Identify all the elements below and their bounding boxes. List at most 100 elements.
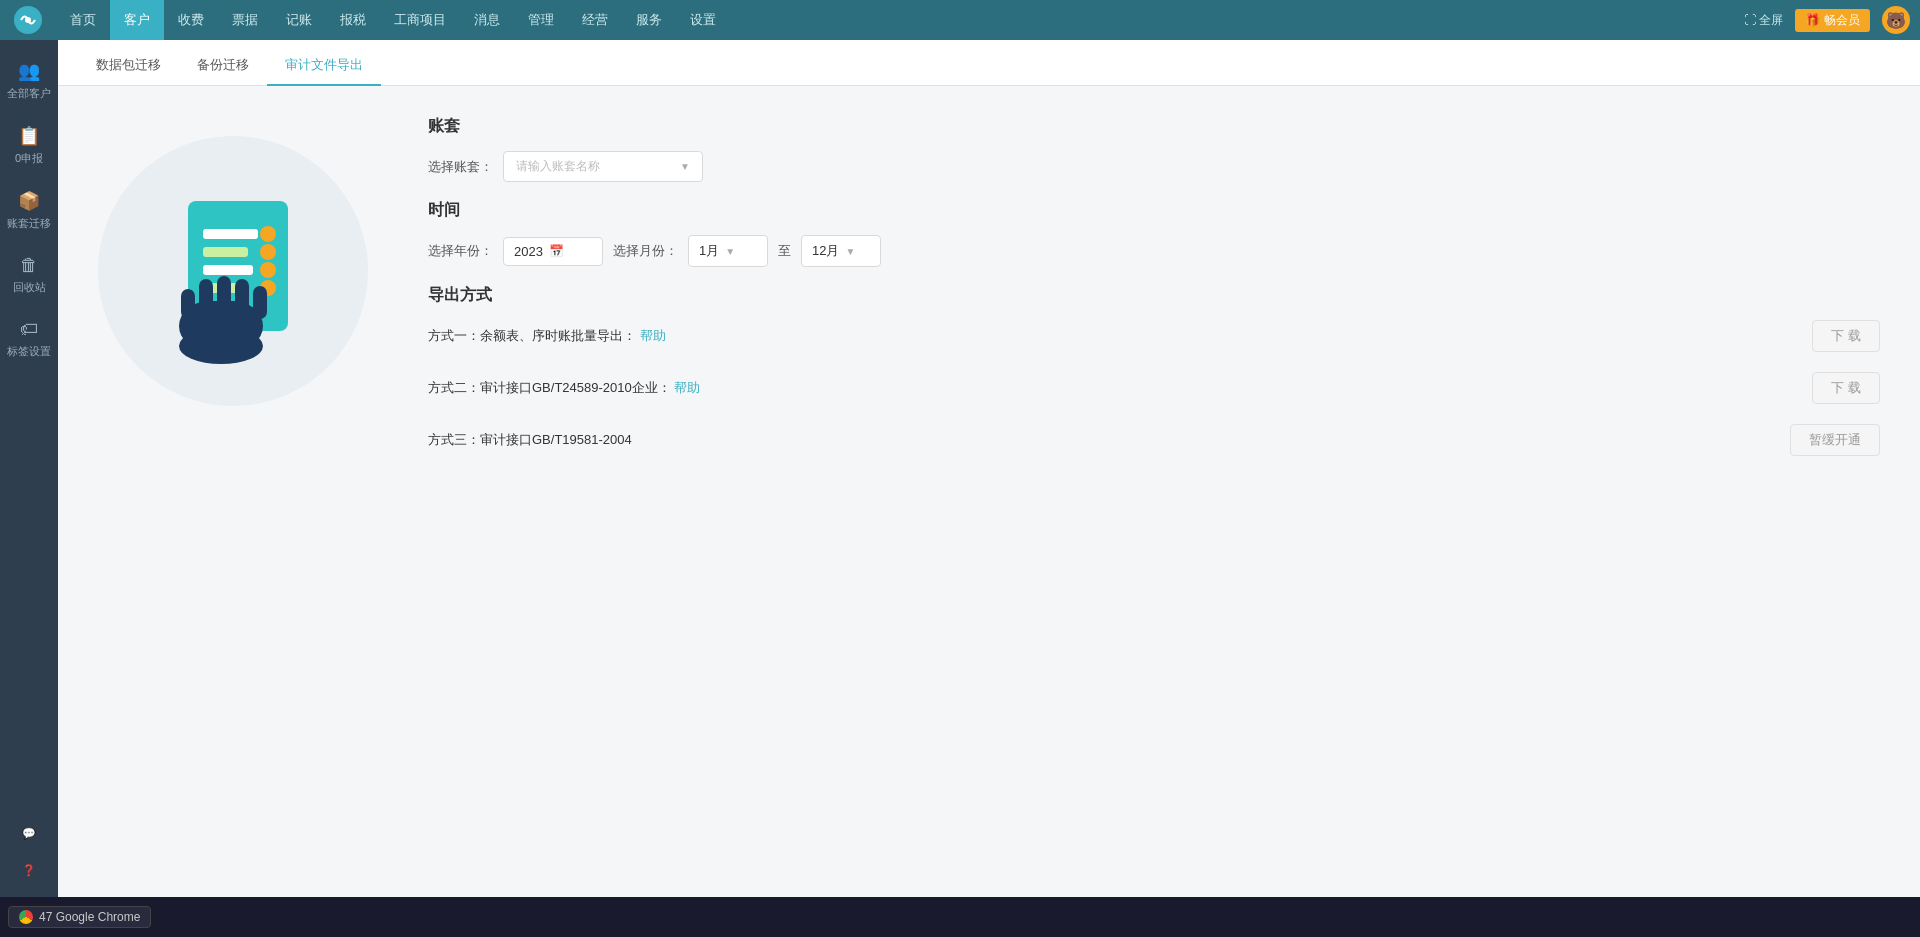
method-3-open-btn[interactable]: 暂缓开通 <box>1790 424 1880 456</box>
sidebar-label-recycle: 回收站 <box>13 280 46 295</box>
svg-point-1 <box>25 17 31 23</box>
vip-label: 畅会员 <box>1824 12 1860 29</box>
nav-operation[interactable]: 经营 <box>568 0 622 40</box>
nav-accounting[interactable]: 记账 <box>272 0 326 40</box>
svg-rect-3 <box>203 229 258 239</box>
account-select-placeholder: 请输入账套名称 <box>516 158 600 175</box>
method-1-help-link[interactable]: 帮助 <box>640 328 666 343</box>
svg-rect-15 <box>217 276 231 319</box>
fullscreen-icon: ⛶ <box>1744 13 1756 27</box>
account-form-row: 选择账套： 请输入账套名称 ▼ <box>428 151 1880 182</box>
tab-data-migrate[interactable]: 数据包迁移 <box>78 46 179 86</box>
taskbar: 47 Google Chrome <box>0 897 1920 937</box>
recycle-icon: 🗑 <box>20 255 38 276</box>
nav-service[interactable]: 服务 <box>622 0 676 40</box>
logo <box>10 2 46 38</box>
sidebar-label-settings: 标签设置 <box>7 344 51 359</box>
month-start-chevron-icon: ▼ <box>725 246 735 257</box>
nav-manage[interactable]: 管理 <box>514 0 568 40</box>
year-label: 选择年份： <box>428 242 493 260</box>
month-start-value: 1月 <box>699 242 719 260</box>
svg-rect-13 <box>181 289 195 319</box>
nav-home[interactable]: 首页 <box>56 0 110 40</box>
method-1-download-btn[interactable]: 下 载 <box>1812 320 1880 352</box>
export-section-title: 导出方式 <box>428 285 1880 306</box>
tab-backup-migrate[interactable]: 备份迁移 <box>179 46 267 86</box>
method-1-label: 方式一：余额表、序时账批量导出： 帮助 <box>428 327 666 345</box>
taskbar-chrome-label: 47 Google Chrome <box>39 910 140 924</box>
migrate-icon: 📦 <box>18 190 40 212</box>
page-content: 账套 选择账套： 请输入账套名称 ▼ 时间 选择年份： 2023 📅 <box>58 86 1920 897</box>
customers-icon: 👥 <box>18 60 40 82</box>
tab-audit-export[interactable]: 审计文件导出 <box>267 46 381 86</box>
svg-point-8 <box>260 244 276 260</box>
sidebar-item-recycle[interactable]: 🗑 回收站 <box>0 245 58 305</box>
svg-rect-4 <box>203 247 248 257</box>
fullscreen-label: 全屏 <box>1759 12 1783 29</box>
sidebar-item-account-migrate[interactable]: 📦 账套迁移 <box>0 180 58 241</box>
left-sidebar: 👥 全部客户 📋 0申报 📦 账套迁移 🗑 回收站 🏷 标签设置 💬 ❓ <box>0 40 58 897</box>
nav-message[interactable]: 消息 <box>460 0 514 40</box>
month-end-chevron-icon: ▼ <box>845 246 855 257</box>
time-form-row: 选择年份： 2023 📅 选择月份： 1月 ▼ 至 12月 ▼ <box>428 235 1880 267</box>
sidebar-item-all-customers[interactable]: 👥 全部客户 <box>0 50 58 111</box>
taskbar-chrome[interactable]: 47 Google Chrome <box>8 906 151 928</box>
sidebar-help[interactable]: ❓ <box>0 854 58 887</box>
account-select[interactable]: 请输入账套名称 ▼ <box>503 151 703 182</box>
nav-business[interactable]: 工商项目 <box>380 0 460 40</box>
avatar[interactable]: 🐻 <box>1882 6 1910 34</box>
svg-point-9 <box>260 262 276 278</box>
month-end-value: 12月 <box>812 242 839 260</box>
svg-point-7 <box>260 226 276 242</box>
top-nav: 首页 客户 收费 票据 记账 报税 工商项目 消息 管理 经营 服务 设置 ⛶ … <box>0 0 1920 40</box>
help-icon: ❓ <box>22 864 36 877</box>
nav-invoice[interactable]: 票据 <box>218 0 272 40</box>
time-section-title: 时间 <box>428 200 1880 221</box>
sidebar-label-all-customers: 全部客户 <box>7 86 51 101</box>
year-value: 2023 <box>514 244 543 259</box>
calendar-icon: 📅 <box>549 244 564 258</box>
month-end-select[interactable]: 12月 ▼ <box>801 235 881 267</box>
export-method-3: 方式三：审计接口GB/T19581-2004 暂缓开通 <box>428 424 1880 456</box>
year-input[interactable]: 2023 📅 <box>503 237 603 266</box>
nav-items: 首页 客户 收费 票据 记账 报税 工商项目 消息 管理 经营 服务 设置 <box>56 0 1744 40</box>
method-2-help-link[interactable]: 帮助 <box>674 380 700 395</box>
export-method-2: 方式二：审计接口GB/T24589-2010企业： 帮助 下 载 <box>428 372 1880 404</box>
method-2-label: 方式二：审计接口GB/T24589-2010企业： 帮助 <box>428 379 700 397</box>
label-settings-icon: 🏷 <box>20 319 38 340</box>
zero-declare-icon: 📋 <box>18 125 40 147</box>
account-label: 选择账套： <box>428 158 493 176</box>
chrome-icon <box>19 910 33 924</box>
nav-right: ⛶ 全屏 🎁 畅会员 🐻 <box>1744 6 1910 34</box>
content-area: 数据包迁移 备份迁移 审计文件导出 <box>58 40 1920 897</box>
illustration-area <box>98 136 368 406</box>
sidebar-label-migrate: 账套迁移 <box>7 216 51 231</box>
main-layout: 👥 全部客户 📋 0申报 📦 账套迁移 🗑 回收站 🏷 标签设置 💬 ❓ <box>0 40 1920 897</box>
fullscreen-btn[interactable]: ⛶ 全屏 <box>1744 12 1783 29</box>
to-text: 至 <box>778 242 791 260</box>
sidebar-chat[interactable]: 💬 <box>0 817 58 850</box>
month-label: 选择月份： <box>613 242 678 260</box>
sidebar-item-zero-declare[interactable]: 📋 0申报 <box>0 115 58 176</box>
chat-icon: 💬 <box>22 827 36 840</box>
method-3-label: 方式三：审计接口GB/T19581-2004 <box>428 431 632 449</box>
method-2-download-btn[interactable]: 下 载 <box>1812 372 1880 404</box>
vip-button[interactable]: 🎁 畅会员 <box>1795 9 1870 32</box>
vip-icon: 🎁 <box>1805 13 1820 27</box>
sidebar-label-zero-declare: 0申报 <box>15 151 43 166</box>
svg-rect-16 <box>235 279 249 319</box>
nav-fees[interactable]: 收费 <box>164 0 218 40</box>
chevron-down-icon: ▼ <box>680 161 690 172</box>
nav-settings[interactable]: 设置 <box>676 0 730 40</box>
form-area: 账套 选择账套： 请输入账套名称 ▼ 时间 选择年份： 2023 📅 <box>428 116 1880 476</box>
illustration-circle <box>98 136 368 406</box>
month-start-select[interactable]: 1月 ▼ <box>688 235 768 267</box>
sidebar-item-label-settings[interactable]: 🏷 标签设置 <box>0 309 58 369</box>
svg-rect-14 <box>199 279 213 319</box>
export-method-1: 方式一：余额表、序时账批量导出： 帮助 下 载 <box>428 320 1880 352</box>
nav-customer[interactable]: 客户 <box>110 0 164 40</box>
nav-tax[interactable]: 报税 <box>326 0 380 40</box>
account-section-title: 账套 <box>428 116 1880 137</box>
illustration-svg <box>143 171 323 371</box>
svg-rect-5 <box>203 265 253 275</box>
